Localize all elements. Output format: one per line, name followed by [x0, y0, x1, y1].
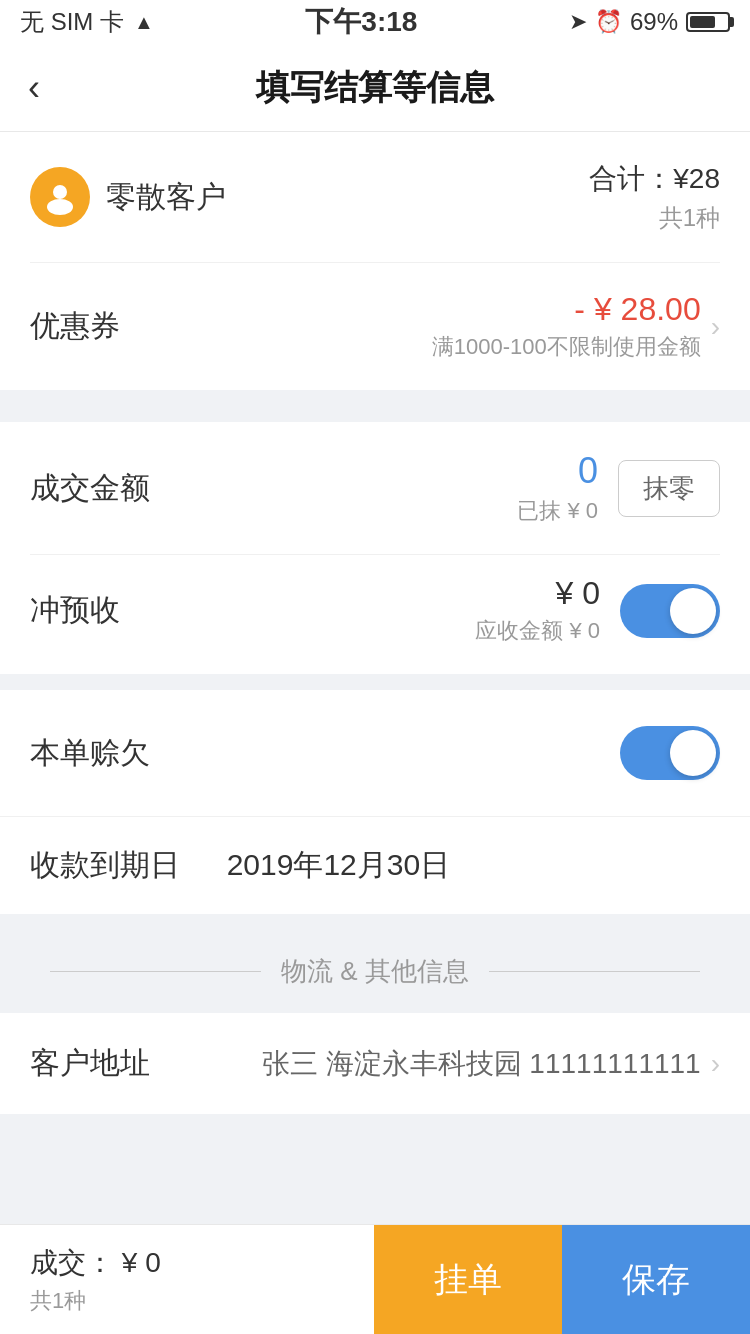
alarm-icon: ⏰: [595, 9, 622, 35]
debt-section: 本单赊欠: [0, 690, 750, 816]
address-section: 客户地址 张三 海淀永丰科技园 11111111111 ›: [0, 1013, 750, 1114]
bottom-bar: 成交： ¥ 0 共1种 挂单 保存: [0, 1224, 750, 1334]
amount-section: 成交金额 0 已抹 ¥ 0 抹零 冲预收 ¥ 0 应收金额 ¥ 0: [0, 422, 750, 674]
prepay-sub: 应收金额 ¥ 0: [475, 616, 600, 646]
wifi-icon: ▲: [134, 11, 154, 34]
address-value: 张三 海淀永丰科技园 11111111111: [170, 1045, 701, 1083]
due-date-label: 收款到期日: [30, 848, 180, 881]
status-left: 无 SIM 卡 ▲: [20, 6, 154, 38]
location-icon: ➤: [569, 9, 587, 35]
address-row[interactable]: 客户地址 张三 海淀永丰科技园 11111111111 ›: [0, 1013, 750, 1114]
due-date-text: 收款到期日 2019年12月30日: [30, 848, 450, 881]
status-bar: 无 SIM 卡 ▲ 下午3:18 ➤ ⏰ 69%: [0, 0, 750, 44]
amount-row: 成交金额 0 已抹 ¥ 0 抹零: [30, 422, 720, 554]
debt-label: 本单赊欠: [30, 733, 150, 774]
logistics-header: 物流 & 其他信息: [0, 930, 750, 1013]
amount-right: 0 已抹 ¥ 0 抹零: [517, 450, 720, 526]
coupon-right: - ¥ 28.00 满1000-100不限制使用金额 ›: [432, 291, 720, 362]
coupon-row[interactable]: 优惠券 - ¥ 28.00 满1000-100不限制使用金额 ›: [0, 263, 750, 390]
debt-toggle[interactable]: [620, 726, 720, 780]
section-divider-1: [0, 406, 750, 422]
address-label: 客户地址: [30, 1043, 150, 1084]
coupon-desc: 满1000-100不限制使用金额: [432, 332, 701, 362]
bottom-summary-label: 成交： ¥ 0: [30, 1244, 344, 1282]
back-button[interactable]: ‹: [28, 67, 40, 109]
amount-label: 成交金额: [30, 468, 150, 509]
carrier-label: 无 SIM 卡: [20, 6, 124, 38]
logistics-title: 物流 & 其他信息: [281, 954, 469, 989]
nav-bar: ‹ 填写结算等信息: [0, 44, 750, 132]
prepay-label: 冲预收: [30, 590, 120, 631]
status-time: 下午3:18: [305, 3, 417, 41]
avatar: [30, 167, 90, 227]
battery-percent: 69%: [630, 8, 678, 36]
due-date-row: 收款到期日 2019年12月30日: [0, 816, 750, 914]
due-date-value: 2019年12月30日: [227, 848, 450, 881]
customer-row: 零散客户 合计：¥28 共1种: [0, 132, 750, 262]
coupon-discount: - ¥ 28.00: [432, 291, 701, 328]
coupon-label: 优惠券: [30, 306, 120, 347]
prepay-toggle-knob: [670, 588, 716, 634]
status-right: ➤ ⏰ 69%: [569, 8, 730, 36]
prepay-value: ¥ 0: [475, 575, 600, 612]
customer-name: 零散客户: [106, 177, 226, 218]
bottom-summary: 成交： ¥ 0 共1种: [0, 1244, 374, 1316]
total-count: 共1种: [589, 202, 720, 234]
save-button[interactable]: 保存: [562, 1225, 750, 1335]
amount-value-block: 0 已抹 ¥ 0: [517, 450, 598, 526]
customer-card: 零散客户 合计：¥28 共1种 优惠券 - ¥ 28.00 满1000-100不…: [0, 132, 750, 390]
total-label: 合计：¥28: [589, 160, 720, 198]
due-date-spacer: [188, 848, 218, 881]
prepay-value-block: ¥ 0 应收金额 ¥ 0: [475, 575, 600, 646]
bottom-summary-count: 共1种: [30, 1286, 344, 1316]
amount-sub: 已抹 ¥ 0: [517, 496, 598, 526]
battery-icon: [686, 12, 730, 32]
section-divider-2: [0, 674, 750, 690]
debt-toggle-knob: [670, 730, 716, 776]
prepay-row: 冲预收 ¥ 0 应收金额 ¥ 0: [30, 554, 720, 674]
coupon-value-block: - ¥ 28.00 满1000-100不限制使用金额: [432, 291, 701, 362]
prepay-right: ¥ 0 应收金额 ¥ 0: [475, 575, 720, 646]
page-title: 填写结算等信息: [256, 65, 494, 111]
customer-right: 合计：¥28 共1种: [589, 160, 720, 234]
round-off-button[interactable]: 抹零: [618, 460, 720, 517]
hold-button[interactable]: 挂单: [374, 1225, 562, 1335]
main-content: 零散客户 合计：¥28 共1种 优惠券 - ¥ 28.00 满1000-100不…: [0, 132, 750, 1234]
coupon-chevron-icon: ›: [711, 311, 720, 343]
logistics-section: 物流 & 其他信息: [0, 930, 750, 1013]
debt-row: 本单赊欠: [30, 690, 720, 816]
svg-point-0: [53, 185, 67, 199]
customer-left: 零散客户: [30, 167, 226, 227]
prepay-toggle[interactable]: [620, 584, 720, 638]
address-chevron-icon: ›: [711, 1048, 720, 1080]
svg-point-1: [47, 199, 73, 215]
amount-value: 0: [517, 450, 598, 492]
